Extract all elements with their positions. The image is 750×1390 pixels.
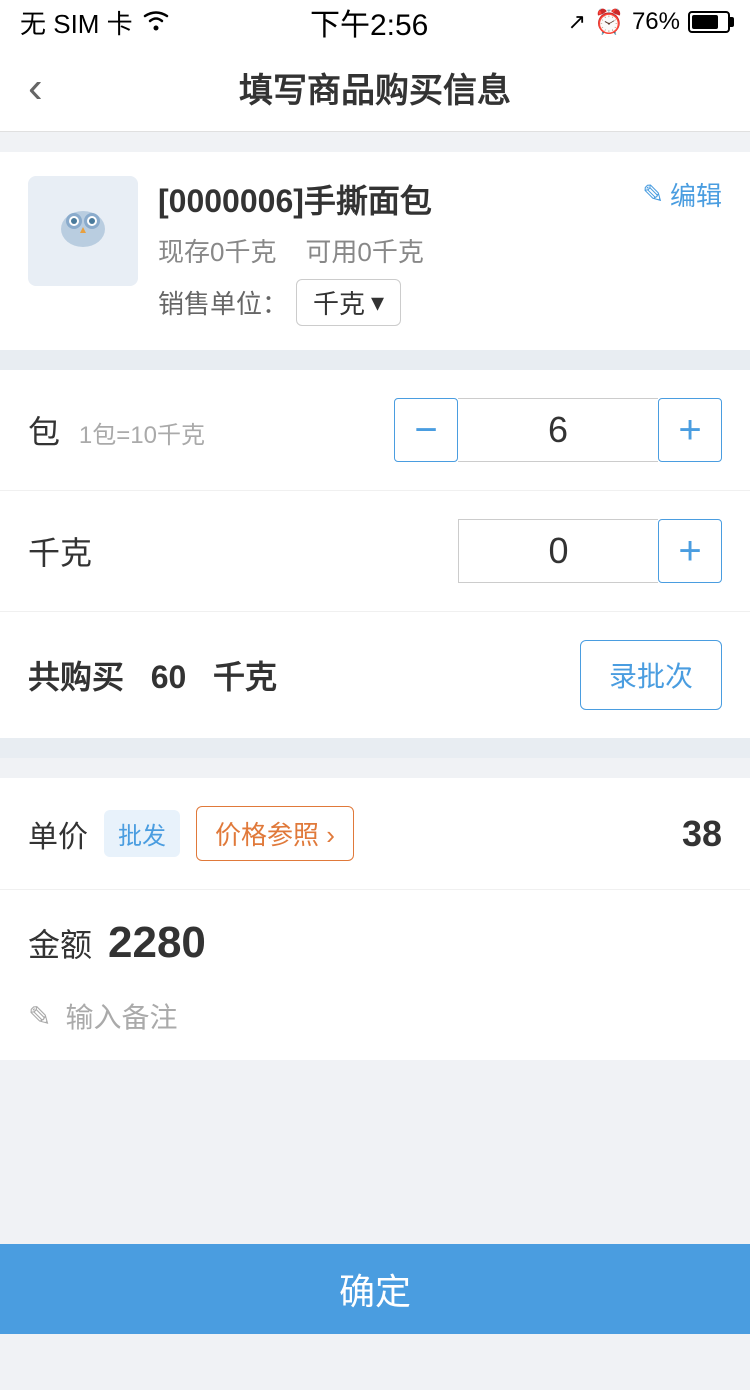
- unit-label: 销售单位：: [158, 284, 288, 321]
- pack-label: 包 1包=10千克: [28, 407, 394, 453]
- kg-controls: +: [458, 519, 722, 583]
- pencil-icon: ✎: [28, 1000, 51, 1033]
- remark-row[interactable]: ✎ 输入备注: [28, 988, 722, 1044]
- back-button[interactable]: ‹: [28, 63, 43, 113]
- pack-controls: − +: [394, 398, 722, 462]
- price-tag: 批发: [104, 810, 180, 857]
- price-section: 单价 批发 价格参照 › 38 金额 2280 ✎ 输入备注: [0, 778, 750, 1060]
- product-unit-row: 销售单位： 千克 ▾: [158, 279, 722, 326]
- product-stock: 现存0千克 可用0千克: [158, 232, 722, 269]
- kg-quantity-input[interactable]: [458, 519, 658, 583]
- amount-row: 金额 2280: [28, 918, 722, 968]
- battery-icon: [688, 11, 730, 33]
- alarm-icon: ⏰: [594, 8, 624, 37]
- price-label: 单价: [28, 812, 88, 856]
- amount-value: 2280: [108, 918, 206, 968]
- status-time: 下午2:56: [310, 0, 428, 44]
- batch-button[interactable]: 录批次: [580, 640, 722, 710]
- location-icon: ↗: [568, 9, 586, 35]
- kg-row: 千克 +: [0, 491, 750, 612]
- nav-bar: ‹ 填写商品购买信息: [0, 44, 750, 132]
- available-amount: 可用0千克: [305, 237, 423, 267]
- pack-hint: 1包=10千克: [79, 422, 205, 449]
- empty-space: [0, 1060, 750, 1390]
- wifi-icon: [141, 7, 171, 38]
- status-left: 无 SIM 卡: [20, 4, 171, 41]
- summary-row: 共购买 60 千克 录批次: [0, 612, 750, 738]
- amount-label: 金额: [28, 920, 92, 966]
- separator-2: [0, 738, 750, 758]
- stock-amount: 现存0千克: [158, 237, 276, 267]
- product-name: [0000006]手撕面包: [158, 176, 722, 222]
- pack-decrement-button[interactable]: −: [394, 398, 458, 462]
- status-right: ↗ ⏰ 76%: [568, 8, 730, 37]
- kg-increment-button[interactable]: +: [658, 519, 722, 583]
- edit-icon: ✎: [642, 179, 664, 210]
- confirm-button-label: 确定: [339, 1263, 411, 1315]
- product-info: [0000006]手撕面包 现存0千克 可用0千克 销售单位： 千克 ▾: [158, 176, 722, 326]
- price-value: 38: [682, 813, 722, 855]
- product-logo: [48, 191, 118, 271]
- battery-percent: 76%: [632, 8, 680, 36]
- separator-1: [0, 350, 750, 370]
- back-icon: ‹: [28, 63, 43, 112]
- amount-section: 金额 2280 ✎ 输入备注: [0, 889, 750, 1060]
- remark-placeholder: 输入备注: [65, 996, 177, 1036]
- pack-quantity-input[interactable]: [458, 398, 658, 462]
- product-image: [28, 176, 138, 286]
- unit-selector[interactable]: 千克 ▾: [296, 279, 401, 326]
- quantity-section: 包 1包=10千克 − + 千克 +: [0, 370, 750, 612]
- confirm-section[interactable]: 确定: [0, 1244, 750, 1334]
- edit-button[interactable]: ✎ 编辑: [642, 176, 722, 213]
- pack-row: 包 1包=10千克 − +: [0, 370, 750, 491]
- price-ref-button[interactable]: 价格参照 ›: [196, 806, 354, 861]
- status-bar: 无 SIM 卡 下午2:56 ↗ ⏰ 76%: [0, 0, 750, 44]
- edit-label: 编辑: [670, 176, 722, 213]
- summary-prefix: 共购买: [28, 659, 124, 695]
- pack-increment-button[interactable]: +: [658, 398, 722, 462]
- summary-amount: 60: [151, 659, 187, 695]
- page-title: 填写商品购买信息: [239, 63, 511, 112]
- summary-text: 共购买 60 千克: [28, 652, 277, 698]
- kg-label: 千克: [28, 528, 458, 574]
- carrier-text: 无 SIM 卡: [20, 4, 133, 41]
- summary-unit: 千克: [213, 659, 277, 695]
- price-ref-label: 价格参照 ›: [215, 815, 335, 852]
- price-row: 单价 批发 价格参照 › 38: [0, 778, 750, 889]
- dropdown-icon: ▾: [371, 287, 384, 318]
- product-card: [0000006]手撕面包 现存0千克 可用0千克 销售单位： 千克 ▾ ✎ 编…: [0, 152, 750, 350]
- unit-value: 千克: [313, 284, 365, 321]
